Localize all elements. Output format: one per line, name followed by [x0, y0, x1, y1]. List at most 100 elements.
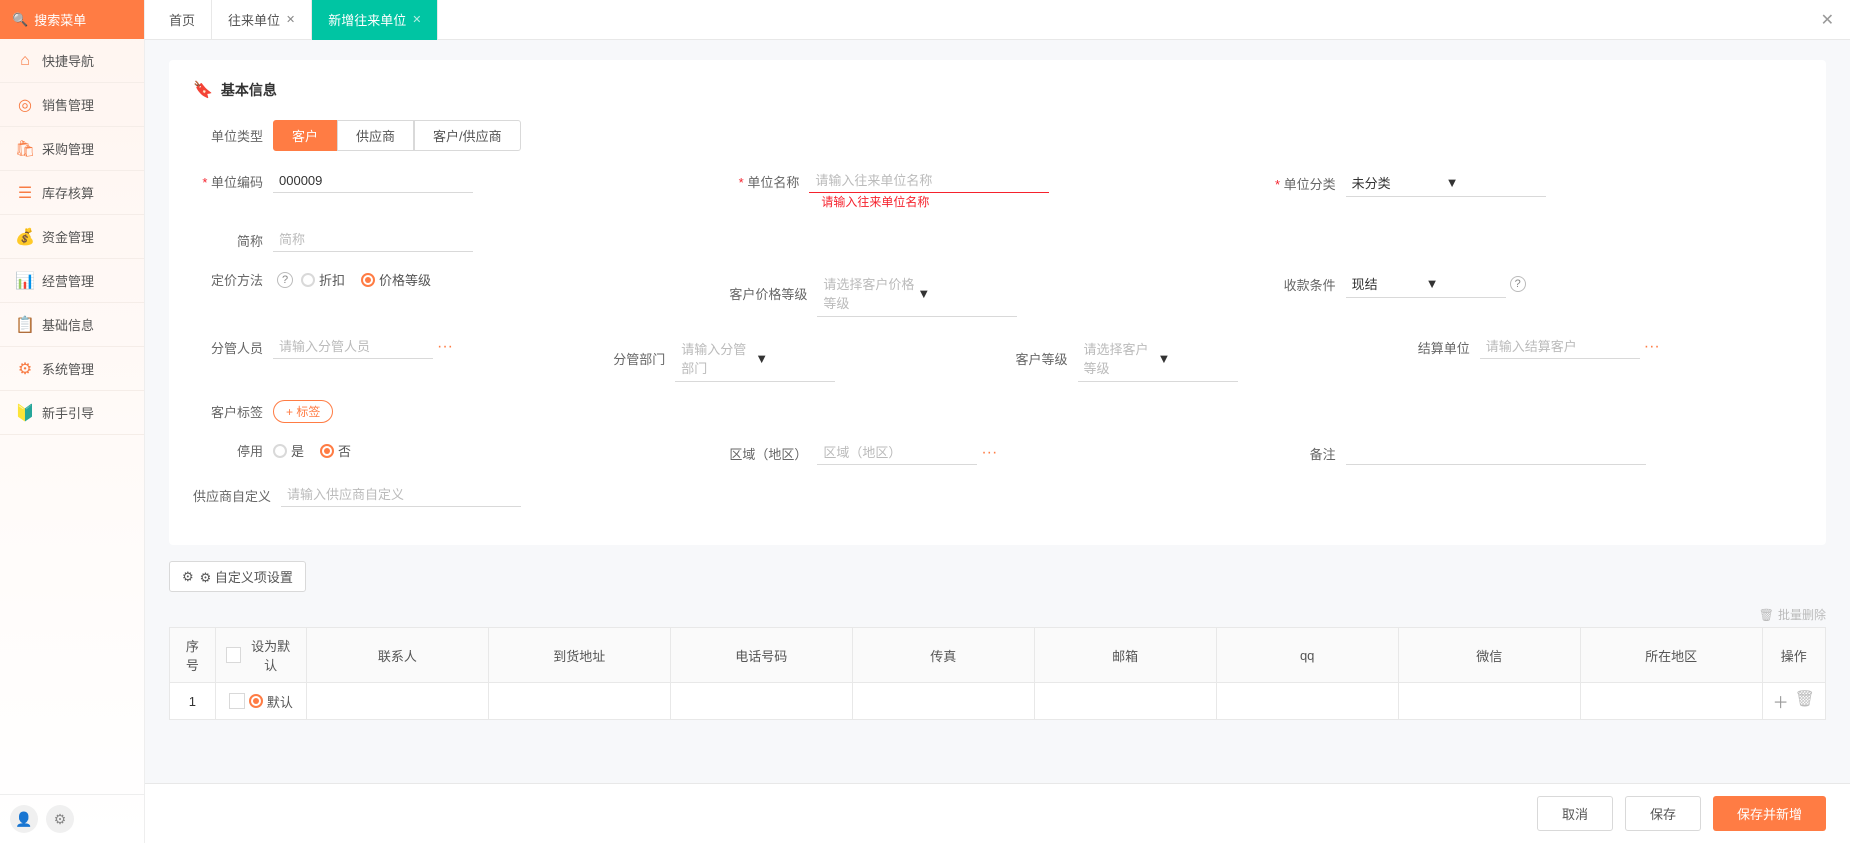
unit-code-input[interactable]	[273, 169, 473, 193]
payment-help-icon[interactable]: ?	[1510, 276, 1526, 292]
disabled-yes-radio[interactable]: 是	[273, 441, 304, 460]
sidebar-item-system[interactable]: ⚙ 系统管理	[0, 347, 144, 391]
pricing-level-radio[interactable]: 价格等级	[361, 270, 431, 289]
sidebar-item-basic-info[interactable]: 📋 基础信息	[0, 303, 144, 347]
finance-icon: 💰	[16, 228, 34, 246]
cell-fax[interactable]	[852, 683, 1034, 720]
tag-add-button[interactable]: + 标签	[273, 400, 333, 423]
sidebar-item-finance[interactable]: 💰 资金管理	[0, 215, 144, 259]
pricing-discount-radio[interactable]: 折扣	[301, 270, 345, 289]
col-phone: 电话号码	[670, 628, 852, 683]
tags-row: 客户标签 + 标签	[193, 400, 1802, 423]
tab-new-partner[interactable]: 新增往来单位 ✕	[312, 0, 438, 40]
department-select[interactable]: 请输入分管部门 ▼	[675, 335, 835, 382]
tab-new-partner-close[interactable]: ✕	[412, 13, 421, 26]
manager-field: 分管人员 ···	[193, 335, 595, 359]
unit-name-field: 单位名称 请输入往来单位名称	[729, 169, 1265, 210]
qq-input[interactable]	[1227, 694, 1388, 709]
settlement-more-icon[interactable]: ···	[1640, 338, 1664, 356]
supplier-custom-input[interactable]	[281, 483, 521, 507]
select-all-checkbox[interactable]	[226, 647, 242, 663]
remarks-input[interactable]	[1346, 441, 1646, 465]
unit-category-select[interactable]: 未分类 ▼	[1346, 169, 1546, 197]
address-input[interactable]	[499, 694, 660, 709]
unit-name-input[interactable]	[809, 169, 1049, 193]
unit-category-field: 单位分类 未分类 ▼	[1266, 169, 1802, 197]
unit-type-field: 单位类型 客户 供应商 客户/供应商	[193, 120, 1802, 151]
disabled-no-radio[interactable]: 否	[320, 441, 351, 460]
search-menu-btn[interactable]: 🔍 搜索菜单	[0, 0, 144, 39]
unit-type-customer-btn[interactable]: 客户	[273, 120, 337, 151]
customer-price-level-select[interactable]: 请选择客户价格等级 ▼	[817, 270, 1017, 317]
basic-info-card: 🔖 基本信息 单位类型 客户 供应商 客户/供应商 单位编码	[169, 60, 1826, 545]
region-more-icon[interactable]: ···	[977, 444, 1001, 462]
customer-level-select[interactable]: 请选择客户等级 ▼	[1078, 335, 1238, 382]
manager-more-icon[interactable]: ···	[433, 338, 457, 356]
sidebar-item-inventory[interactable]: ☰ 库存核算	[0, 171, 144, 215]
form-area: 🔖 基本信息 单位类型 客户 供应商 客户/供应商 单位编码	[145, 40, 1850, 783]
wechat-input[interactable]	[1409, 694, 1570, 709]
default-radio[interactable]: 默认	[249, 692, 293, 711]
cancel-button[interactable]: 取消	[1537, 796, 1613, 831]
row-checkbox[interactable]	[229, 693, 245, 709]
email-input[interactable]	[1045, 694, 1206, 709]
region-label: 区域（地区）	[729, 444, 817, 463]
section-icon: 🔖	[193, 80, 213, 100]
contacts-table: 序号 设为默认 联系人 到货地址 电话号码 传真 邮箱 qq	[169, 627, 1826, 720]
table-section: ⚙ ⚙ 自定义项设置 🗑 批量删除 序号 设为默认	[169, 561, 1826, 783]
add-row-btn[interactable]: ＋	[1773, 689, 1789, 713]
tab-partners[interactable]: 往来单位 ✕	[212, 0, 312, 40]
cell-contact[interactable]	[306, 683, 488, 720]
settlement-unit-input[interactable]	[1480, 335, 1640, 359]
cell-email[interactable]	[1034, 683, 1216, 720]
table-row: 1 默认	[170, 683, 1826, 720]
phone-input[interactable]	[681, 694, 842, 709]
payment-terms-label: 收款条件	[1266, 275, 1346, 294]
payment-terms-select[interactable]: 现结 ▼	[1346, 270, 1506, 298]
tags-field: 客户标签 + 标签	[193, 400, 1802, 423]
custom-settings-button[interactable]: ⚙ ⚙ 自定义项设置	[169, 561, 306, 592]
settlement-unit-label: 结算单位	[1400, 338, 1480, 357]
tab-bar: 首页 往来单位 ✕ 新增往来单位 ✕ ✕	[145, 0, 1850, 40]
cell-qq[interactable]	[1216, 683, 1398, 720]
manager-label: 分管人员	[193, 338, 273, 357]
sidebar-item-operation[interactable]: 📊 经营管理	[0, 259, 144, 303]
cell-region[interactable]	[1580, 683, 1762, 720]
col-wechat: 微信	[1398, 628, 1580, 683]
pricing-discount-circle	[301, 273, 315, 287]
col-region: 所在地区	[1580, 628, 1762, 683]
sidebar-item-sales[interactable]: ◎ 销售管理	[0, 83, 144, 127]
unit-type-supplier-btn[interactable]: 供应商	[337, 120, 414, 151]
short-name-input[interactable]	[273, 228, 473, 252]
customer-price-level-label: 客户价格等级	[729, 284, 817, 303]
unit-type-both-btn[interactable]: 客户/供应商	[414, 120, 521, 151]
inventory-icon: ☰	[16, 184, 34, 202]
remarks-field: 备注	[1266, 441, 1802, 465]
save-new-button[interactable]: 保存并新增	[1713, 796, 1826, 831]
dept-arrow-icon: ▼	[755, 351, 829, 366]
sidebar-item-guide[interactable]: 🔰 新手引导	[0, 391, 144, 435]
region-input[interactable]	[817, 441, 977, 465]
window-close-btn[interactable]: ✕	[1821, 10, 1834, 30]
unit-code-field: 单位编码	[193, 169, 729, 193]
customer-level-field: 客户等级 请选择客户等级 ▼	[998, 335, 1400, 382]
pricing-help-icon[interactable]: ?	[277, 272, 293, 288]
sidebar-item-quick-nav[interactable]: ⌂ 快捷导航	[0, 39, 144, 83]
unit-type-label: 单位类型	[193, 126, 273, 145]
contact-input[interactable]	[317, 694, 478, 709]
save-button[interactable]: 保存	[1625, 796, 1701, 831]
customer-level-label: 客户等级	[998, 349, 1078, 368]
region-cell-input[interactable]	[1591, 694, 1752, 709]
manager-input[interactable]	[273, 335, 433, 359]
cell-address[interactable]	[488, 683, 670, 720]
sidebar-item-purchase[interactable]: 🛍 采购管理	[0, 127, 144, 171]
fax-input[interactable]	[863, 694, 1024, 709]
delete-row-btn[interactable]: 🗑	[1795, 689, 1815, 713]
cell-index: 1	[170, 683, 216, 720]
cell-phone[interactable]	[670, 683, 852, 720]
tab-home[interactable]: 首页	[153, 0, 212, 40]
settings-footer-icon[interactable]: ⚙	[46, 805, 74, 833]
cell-wechat[interactable]	[1398, 683, 1580, 720]
tab-partners-close[interactable]: ✕	[286, 13, 295, 26]
disabled-label: 停用	[193, 441, 273, 460]
